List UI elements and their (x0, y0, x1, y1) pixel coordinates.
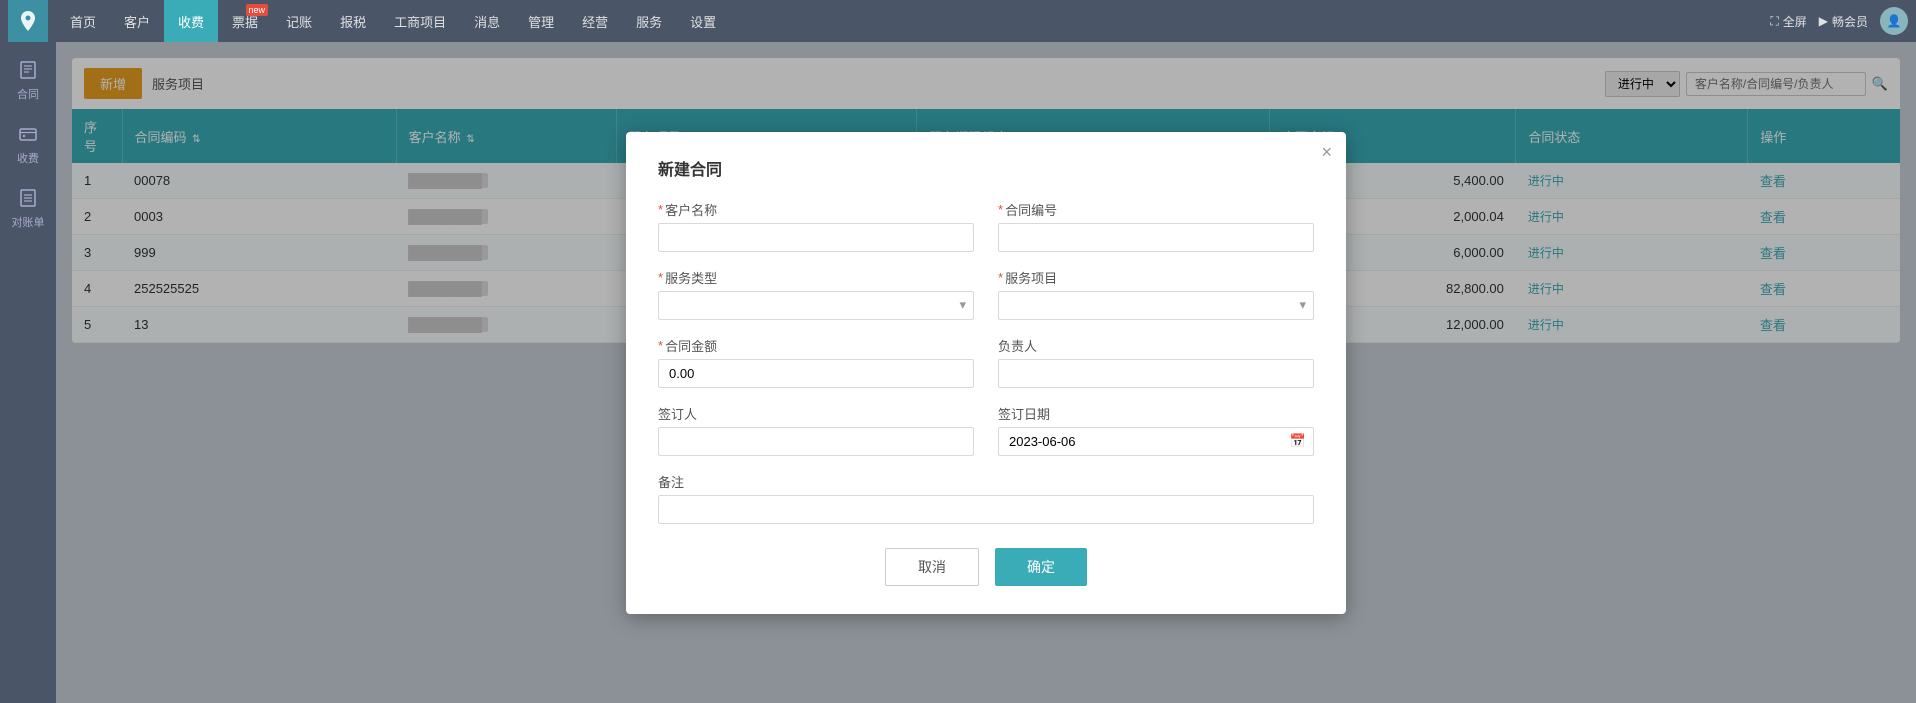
nav-item-home[interactable]: 首页 (56, 0, 110, 42)
sidebar-item-statement[interactable]: 对账单 (3, 178, 53, 238)
nav-item-tax[interactable]: 报税 (326, 0, 380, 42)
modal-title: 新建合同 (658, 156, 1314, 180)
nav-item-service[interactable]: 服务 (622, 0, 676, 42)
nav-item-settings[interactable]: 设置 (676, 0, 730, 42)
sign-date-wrap: 📅 (998, 427, 1314, 456)
form-row-remarks: 备注 (658, 472, 1314, 524)
fullscreen-button[interactable]: ⛶ 全屏 (1770, 13, 1806, 30)
form-row-amount: * 合同金额 (658, 336, 974, 388)
customer-name-label: * 客户名称 (658, 200, 974, 219)
sidebar-item-contract-label: 合同 (17, 86, 39, 102)
nav-item-business[interactable]: 工商项目 (380, 0, 460, 42)
contract-icon (16, 58, 40, 82)
statement-icon (16, 186, 40, 210)
service-item-select[interactable] (998, 291, 1314, 320)
sidebar-item-fee[interactable]: 收费 (3, 114, 53, 174)
sign-date-input[interactable] (998, 427, 1314, 456)
fullscreen-label: 全屏 (1783, 13, 1807, 30)
form-row-signer: 签订人 (658, 404, 974, 456)
cancel-button[interactable]: 取消 (885, 548, 979, 586)
signer-input[interactable] (658, 427, 974, 456)
responsible-input[interactable] (998, 359, 1314, 388)
nav-item-operate[interactable]: 经营 (568, 0, 622, 42)
contract-no-label: * 合同编号 (998, 200, 1314, 219)
modal-form: * 客户名称 * 合同编号 (658, 200, 1314, 524)
top-navigation: 首页 客户 收费 票据 new 记账 报税 工商项目 消息 管理 经营 服务 设… (0, 0, 1916, 42)
service-type-label: * 服务类型 (658, 268, 974, 287)
form-row-service-type: * 服务类型 ▾ (658, 268, 974, 320)
nav-item-manage[interactable]: 管理 (514, 0, 568, 42)
avatar-icon: 👤 (1887, 14, 1902, 28)
app-logo (8, 0, 48, 42)
responsible-label: 负责人 (998, 336, 1314, 355)
avatar[interactable]: 👤 (1880, 7, 1908, 35)
new-badge: new (246, 4, 269, 16)
modal-footer: 取消 确定 (658, 548, 1314, 586)
fee-icon (16, 122, 40, 146)
nav-item-message[interactable]: 消息 (460, 0, 514, 42)
confirm-button[interactable]: 确定 (995, 548, 1087, 586)
form-row-responsible: 负责人 (998, 336, 1314, 388)
new-contract-modal: × 新建合同 * 客户名称 * 合同编号 (626, 132, 1346, 614)
member-button[interactable]: ▶ 畅会员 (1819, 13, 1868, 30)
amount-label: * 合同金额 (658, 336, 974, 355)
content-area: 新增 服务项目 进行中 已完成 已取消 🔍 序号 (56, 42, 1916, 703)
signer-label: 签订人 (658, 404, 974, 423)
amount-input[interactable] (658, 359, 974, 388)
sidebar-item-statement-label: 对账单 (12, 214, 45, 230)
service-item-select-wrap: ▾ (998, 291, 1314, 320)
calendar-icon[interactable]: 📅 (1290, 433, 1306, 449)
customer-name-input[interactable] (658, 223, 974, 252)
service-item-label: * 服务项目 (998, 268, 1314, 287)
nav-item-bookkeeping[interactable]: 记账 (272, 0, 326, 42)
form-row-service-item: * 服务项目 ▾ (998, 268, 1314, 320)
modal-overlay: × 新建合同 * 客户名称 * 合同编号 (56, 42, 1916, 703)
contract-no-input[interactable] (998, 223, 1314, 252)
service-type-select[interactable] (658, 291, 974, 320)
nav-item-fee[interactable]: 收费 (164, 0, 218, 42)
sidebar-item-contract[interactable]: 合同 (3, 50, 53, 110)
sidebar: 合同 收费 对账单 (0, 42, 56, 703)
nav-item-invoice[interactable]: 票据 new (218, 0, 272, 42)
fullscreen-icon: ⛶ (1770, 14, 1778, 29)
remarks-label: 备注 (658, 472, 1314, 491)
nav-item-customer[interactable]: 客户 (110, 0, 164, 42)
form-row-customer: * 客户名称 (658, 200, 974, 252)
sidebar-item-fee-label: 收费 (17, 150, 39, 166)
service-type-select-wrap: ▾ (658, 291, 974, 320)
main-layout: 合同 收费 对账单 (0, 42, 1916, 703)
modal-close-button[interactable]: × (1321, 142, 1332, 163)
member-label: 畅会员 (1832, 13, 1868, 30)
sign-date-label: 签订日期 (998, 404, 1314, 423)
form-row-contract-no: * 合同编号 (998, 200, 1314, 252)
remarks-input[interactable] (658, 495, 1314, 524)
form-row-sign-date: 签订日期 📅 (998, 404, 1314, 456)
member-icon: ▶ (1819, 14, 1828, 28)
top-nav-right: ⛶ 全屏 ▶ 畅会员 👤 (1770, 7, 1908, 35)
